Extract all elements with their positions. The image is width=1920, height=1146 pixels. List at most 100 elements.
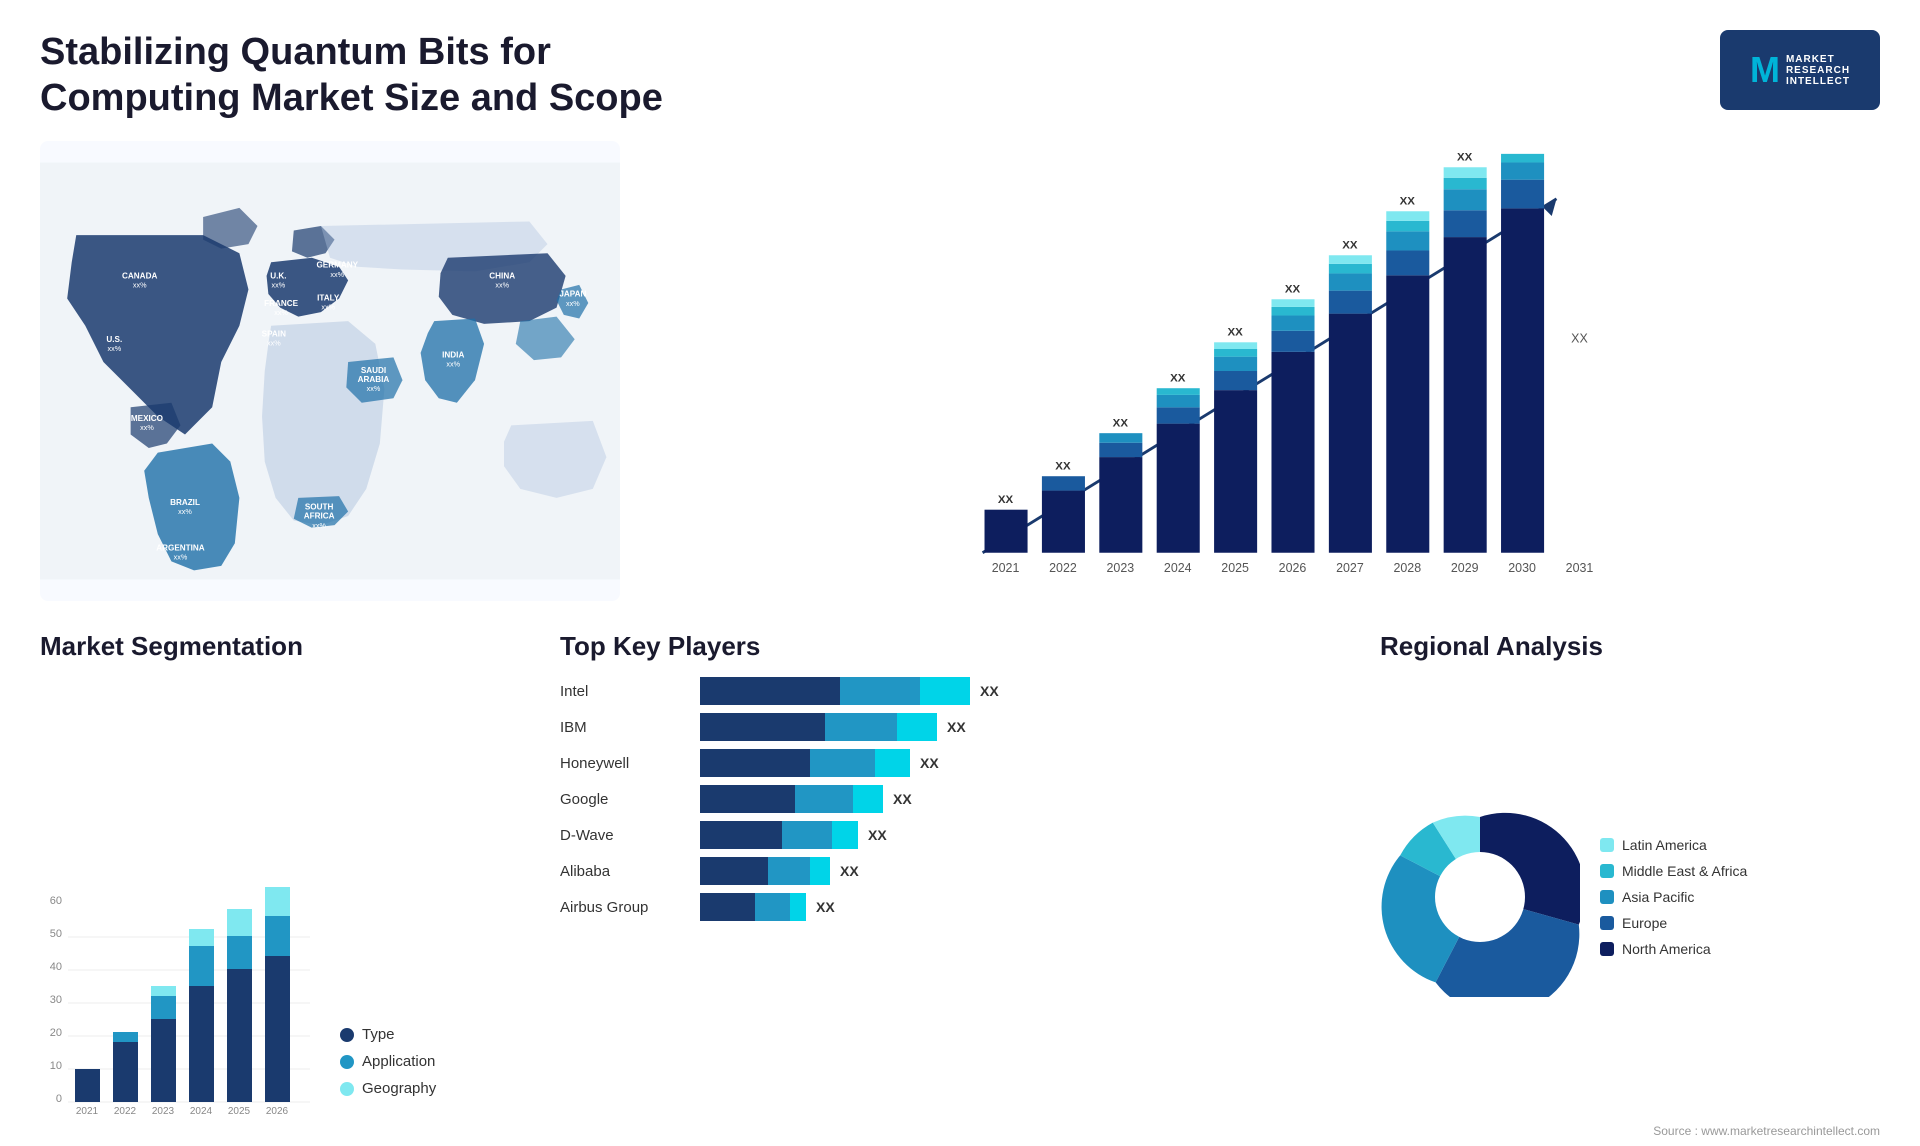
svg-text:2025: 2025 <box>1221 561 1249 575</box>
logo-area: M MARKET RESEARCH INTELLECT <box>1720 30 1880 110</box>
regional-section: Regional Analysis <box>1380 631 1880 1117</box>
player-name-alibaba: Alibaba <box>560 863 690 880</box>
page-container: Stabilizing Quantum Bits for Computing M… <box>0 0 1920 1146</box>
svg-text:xx%: xx% <box>566 299 580 308</box>
svg-text:XX: XX <box>1342 240 1358 252</box>
svg-text:xx%: xx% <box>174 553 188 562</box>
svg-text:2026: 2026 <box>1279 561 1307 575</box>
bottom-row: Market Segmentation 0 10 20 30 40 50 60 <box>40 621 1880 1117</box>
player-bar-intel: XX <box>700 677 1360 705</box>
regional-title: Regional Analysis <box>1380 631 1880 662</box>
reg-legend-latin-america: Latin America <box>1600 837 1747 853</box>
reg-label-mea: Middle East & Africa <box>1622 863 1747 879</box>
player-row-airbus: Airbus Group XX <box>560 893 1360 921</box>
svg-text:2022: 2022 <box>1049 561 1077 575</box>
segmentation-content: 0 10 20 30 40 50 60 <box>40 677 540 1117</box>
reg-legend-mea: Middle East & Africa <box>1600 863 1747 879</box>
player-name-google: Google <box>560 791 690 808</box>
player-bar-honeywell: XX <box>700 749 1360 777</box>
svg-text:xx%: xx% <box>274 308 288 317</box>
svg-text:30: 30 <box>50 994 62 1006</box>
player-row-ibm: IBM XX <box>560 713 1360 741</box>
legend-item-type: Type <box>340 1026 436 1043</box>
donut-chart <box>1380 797 1580 997</box>
svg-text:2023: 2023 <box>152 1106 175 1117</box>
legend-dot-application <box>340 1055 354 1069</box>
svg-text:BRAZIL: BRAZIL <box>170 498 200 507</box>
player-row-dwave: D-Wave XX <box>560 821 1360 849</box>
svg-text:2027: 2027 <box>1336 561 1364 575</box>
svg-text:2025: 2025 <box>228 1106 251 1117</box>
reg-color-europe <box>1600 916 1614 930</box>
svg-text:2021: 2021 <box>992 561 1020 575</box>
legend-dot-type <box>340 1028 354 1042</box>
svg-text:20: 20 <box>50 1027 62 1039</box>
bar-chart-svg: XX XX XX XX <box>660 151 1860 591</box>
svg-text:SAUDI: SAUDI <box>361 366 386 375</box>
svg-text:xx%: xx% <box>330 270 344 279</box>
svg-text:GERMANY: GERMANY <box>316 261 358 270</box>
svg-text:2023: 2023 <box>1107 561 1135 575</box>
logo-line1: MARKET <box>1786 54 1850 65</box>
logo-line2: RESEARCH <box>1786 65 1850 76</box>
svg-text:2030: 2030 <box>1508 561 1536 575</box>
reg-label-latin-america: Latin America <box>1622 837 1707 853</box>
svg-text:2022: 2022 <box>114 1106 137 1117</box>
svg-text:ARABIA: ARABIA <box>358 375 390 384</box>
svg-text:xx%: xx% <box>495 281 509 290</box>
player-bar-airbus: XX <box>700 893 1360 921</box>
legend-label-application: Application <box>362 1053 435 1070</box>
svg-text:XX: XX <box>1170 373 1186 385</box>
svg-text:xx%: xx% <box>140 423 154 432</box>
reg-color-mea <box>1600 864 1614 878</box>
svg-text:2024: 2024 <box>190 1106 213 1117</box>
svg-text:U.S.: U.S. <box>106 335 122 344</box>
svg-text:2026: 2026 <box>266 1106 289 1117</box>
svg-text:ARGENTINA: ARGENTINA <box>156 544 205 553</box>
player-row-google: Google XX <box>560 785 1360 813</box>
logo-line3: INTELLECT <box>1786 76 1850 87</box>
svg-text:2031: 2031 <box>1566 561 1594 575</box>
svg-text:xx%: xx% <box>312 521 326 530</box>
svg-text:XX: XX <box>1285 284 1301 296</box>
reg-label-north-america: North America <box>1622 941 1711 957</box>
world-map-svg: CANADA xx% U.S. xx% MEXICO xx% BRAZIL xx… <box>40 141 620 601</box>
svg-text:AFRICA: AFRICA <box>304 512 335 521</box>
player-name-ibm: IBM <box>560 719 690 736</box>
svg-text:JAPAN: JAPAN <box>559 290 586 299</box>
svg-text:60: 60 <box>50 895 62 907</box>
player-name-airbus: Airbus Group <box>560 899 690 916</box>
svg-text:2029: 2029 <box>1451 561 1479 575</box>
svg-text:MEXICO: MEXICO <box>131 414 163 423</box>
svg-text:xx%: xx% <box>133 281 147 290</box>
legend-label-type: Type <box>362 1026 395 1043</box>
svg-text:xx%: xx% <box>271 281 285 290</box>
reg-legend-asia-pacific: Asia Pacific <box>1600 889 1747 905</box>
player-row-intel: Intel XX <box>560 677 1360 705</box>
page-title: Stabilizing Quantum Bits for Computing M… <box>40 30 740 121</box>
player-row-honeywell: Honeywell XX <box>560 749 1360 777</box>
svg-text:XX: XX <box>1400 196 1416 208</box>
players-section: Top Key Players Intel XX <box>560 631 1360 1117</box>
players-content: Intel XX IBM <box>560 677 1360 1117</box>
reg-color-latin-america <box>1600 838 1614 852</box>
player-name-honeywell: Honeywell <box>560 755 690 772</box>
player-name-intel: Intel <box>560 683 690 700</box>
svg-text:SOUTH: SOUTH <box>305 503 334 512</box>
player-bar-alibaba: XX <box>700 857 1360 885</box>
svg-text:FRANCE: FRANCE <box>264 299 298 308</box>
main-grid: CANADA xx% U.S. xx% MEXICO xx% BRAZIL xx… <box>40 141 1880 1117</box>
svg-text:2024: 2024 <box>1164 561 1192 575</box>
player-bar-dwave: XX <box>700 821 1360 849</box>
reg-color-asia-pacific <box>1600 890 1614 904</box>
player-row-alibaba: Alibaba XX <box>560 857 1360 885</box>
header: Stabilizing Quantum Bits for Computing M… <box>40 30 1880 121</box>
svg-text:XX: XX <box>998 494 1014 506</box>
chart-section: XX XX XX XX <box>640 141 1880 601</box>
svg-text:40: 40 <box>50 961 62 973</box>
donut-svg <box>1380 797 1580 997</box>
svg-text:U.K.: U.K. <box>270 272 286 281</box>
players-title: Top Key Players <box>560 631 1360 662</box>
svg-text:xx%: xx% <box>267 339 281 348</box>
svg-text:XX: XX <box>1457 152 1473 164</box>
